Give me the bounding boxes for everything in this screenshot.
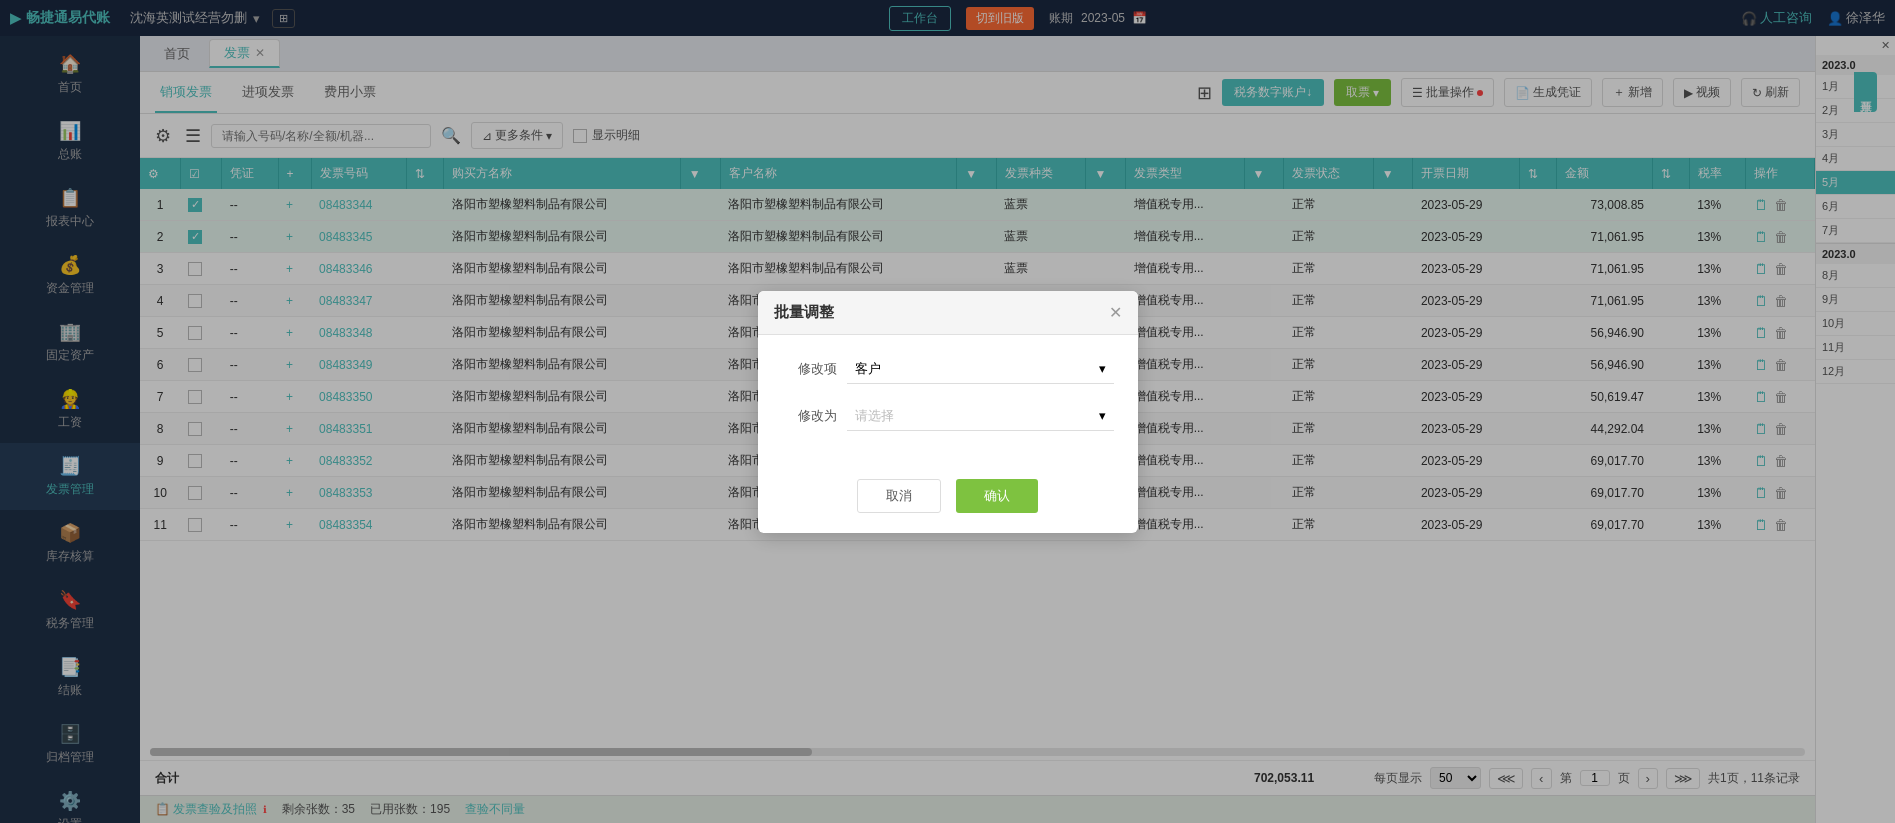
modal-header: 批量调整 ✕ (758, 291, 1138, 335)
batch-adjust-modal: 批量调整 ✕ 修改项 客户 ▾ 修改为 请选择 ▾ 取消 确认 (758, 291, 1138, 533)
modal-cancel-button[interactable]: 取消 (857, 479, 941, 513)
value-label: 修改为 (782, 407, 837, 425)
value-select[interactable]: 请选择 ▾ (847, 402, 1114, 431)
field-select[interactable]: 客户 ▾ (847, 355, 1114, 384)
value-select-arrow: ▾ (1099, 408, 1106, 423)
field-select-arrow: ▾ (1099, 361, 1106, 376)
modal-title: 批量调整 (774, 303, 834, 322)
modal-close-button[interactable]: ✕ (1109, 303, 1122, 322)
modal-footer: 取消 确认 (758, 469, 1138, 533)
modal-field-row: 修改项 客户 ▾ (782, 355, 1114, 384)
modal-value-row: 修改为 请选择 ▾ (782, 402, 1114, 431)
modal-confirm-button[interactable]: 确认 (956, 479, 1038, 513)
modal-body: 修改项 客户 ▾ 修改为 请选择 ▾ (758, 335, 1138, 469)
field-label: 修改项 (782, 360, 837, 378)
modal-overlay: 批量调整 ✕ 修改项 客户 ▾ 修改为 请选择 ▾ 取消 确认 (0, 0, 1895, 823)
